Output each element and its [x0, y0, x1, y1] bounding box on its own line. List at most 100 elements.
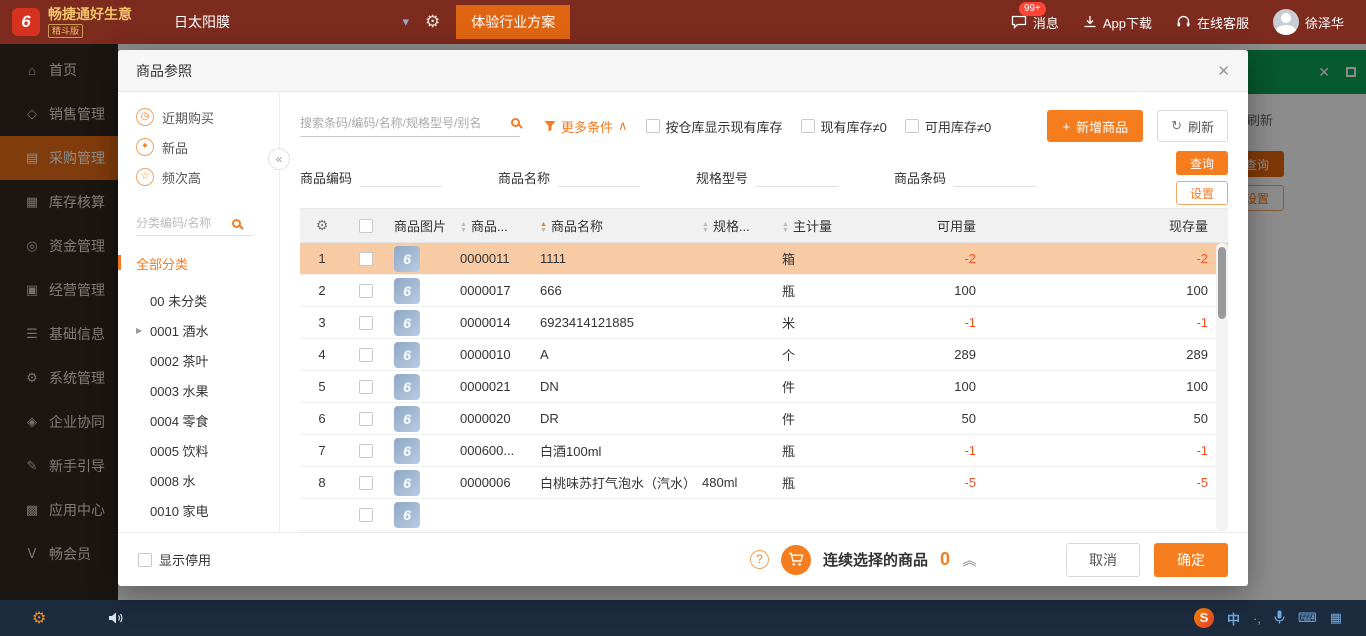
refresh-button[interactable]: ↻ 刷新	[1157, 110, 1228, 142]
search-icon[interactable]	[511, 118, 520, 127]
column-unit[interactable]: ▲ ▼ 主计量	[776, 216, 862, 235]
collapse-up-icon[interactable]: 《	[959, 553, 979, 567]
column-product-name[interactable]: ▲ ▼ 商品名称	[534, 216, 696, 235]
confirm-button[interactable]: 确定	[1154, 542, 1228, 577]
store-selector[interactable]: 日太阳膜 ▾	[174, 12, 409, 32]
row-checkbox[interactable]	[359, 379, 373, 394]
category-item[interactable]: 0005 饮料	[136, 435, 279, 465]
more-filters-toggle[interactable]: 更多条件 ∧	[544, 117, 628, 136]
row-checkbox[interactable]	[359, 411, 373, 426]
table-row[interactable]: 2 6 0000017 666 瓶 100 100	[300, 275, 1228, 307]
checkbox-stock-nonzero[interactable]: 现有库存≠0	[800, 117, 887, 136]
sogou-logo-icon[interactable]: S	[1193, 608, 1214, 628]
column-stock[interactable]: 现存量	[982, 216, 1228, 235]
expand-icon[interactable]: ▶	[136, 326, 142, 335]
product-image[interactable]: 6	[394, 437, 420, 464]
quick-link-recent[interactable]: ◷ 近期购买	[136, 102, 279, 132]
category-label: 0003 水果	[150, 383, 209, 399]
query-button[interactable]: 查询	[1176, 151, 1228, 175]
table-row[interactable]: 6 6 0000020 DR 件 50 50	[300, 403, 1228, 435]
row-checkbox[interactable]	[359, 507, 373, 522]
product-image[interactable]: 6	[394, 341, 420, 368]
category-item[interactable]: 0010 家电	[136, 495, 279, 525]
product-image[interactable]: 6	[394, 309, 420, 336]
barcode-input[interactable]	[954, 167, 1037, 187]
messages-button[interactable]: 99+ 消息	[1011, 1, 1059, 32]
all-categories[interactable]: 全部分类	[118, 254, 279, 273]
product-name: DR	[540, 411, 559, 426]
collapse-panel-button[interactable]: «	[268, 148, 290, 170]
product-name-input[interactable]	[558, 167, 641, 187]
trial-plan-button[interactable]: 体验行业方案	[456, 5, 571, 39]
sort-icon[interactable]: ▲ ▼	[540, 221, 547, 234]
table-row[interactable]: 1 6 0000011 1111 箱 -2 -2	[300, 243, 1228, 275]
quick-link-new[interactable]: ✦ 新品	[136, 132, 279, 162]
spec-model-input[interactable]	[756, 167, 839, 187]
sort-icon[interactable]: ▲ ▼	[460, 221, 467, 234]
quick-link-frequent[interactable]: ☆ 频次高	[136, 162, 279, 192]
product-image[interactable]: 6	[394, 373, 420, 400]
add-product-button[interactable]: + 新增商品	[1047, 110, 1144, 142]
product-image[interactable]: 6	[394, 245, 420, 272]
microphone-icon[interactable]	[1274, 610, 1285, 627]
scrollbar-thumb[interactable]	[1218, 247, 1226, 319]
toolbox-grid-icon[interactable]: ▦	[1330, 610, 1342, 626]
checkbox[interactable]	[904, 119, 919, 133]
category-item[interactable]: 0003 水果	[136, 375, 279, 405]
row-checkbox[interactable]	[359, 315, 373, 330]
select-all-checkbox[interactable]	[359, 218, 373, 233]
table-row[interactable]: 7 6 000600... 白酒100ml 瓶 -1 -1	[300, 435, 1228, 467]
category-search-input[interactable]	[136, 216, 232, 230]
table-row[interactable]: 3 6 0000014 6923414121885 米 -1 -1	[300, 307, 1228, 339]
taskbar-gear-icon[interactable]: ⚙	[32, 608, 46, 628]
category-item[interactable]: ▶ 0001 酒水	[136, 315, 279, 345]
product-image[interactable]: 6	[394, 469, 420, 496]
ime-punctuation-icon[interactable]: ·,	[1253, 611, 1261, 626]
ime-language-icon[interactable]: 中	[1227, 609, 1240, 628]
checkbox-warehouse-stock[interactable]: 按仓库显示现有库存	[645, 117, 783, 136]
settings-button[interactable]: 设置	[1176, 181, 1228, 205]
table-row[interactable]: 8 6 0000006 白桃味苏打气泡水（汽水） 480ml 瓶 -5 -5	[300, 467, 1228, 499]
row-checkbox[interactable]	[359, 475, 373, 490]
row-checkbox[interactable]	[359, 251, 373, 266]
sort-icon[interactable]: ▲ ▼	[782, 221, 789, 234]
speaker-icon[interactable]	[108, 611, 124, 625]
cancel-button[interactable]: 取消	[1066, 542, 1140, 577]
keyboard-icon[interactable]: ⌨	[1298, 610, 1317, 626]
checkbox[interactable]	[800, 119, 815, 133]
product-image[interactable]: 6	[394, 277, 420, 304]
cart-icon[interactable]	[780, 544, 811, 575]
column-settings-icon[interactable]: ⚙	[300, 217, 344, 234]
column-available[interactable]: 可用量	[862, 216, 982, 235]
search-icon[interactable]	[232, 218, 241, 228]
row-checkbox[interactable]	[359, 347, 373, 362]
column-spec[interactable]: ▲ ▼ 规格...	[696, 216, 776, 235]
product-image[interactable]: 6	[394, 501, 420, 528]
category-item[interactable]: 00 未分类	[136, 285, 279, 315]
product-name: 666	[540, 283, 562, 298]
checkbox[interactable]	[138, 552, 152, 567]
row-checkbox[interactable]	[359, 283, 373, 298]
table-row-partial[interactable]: 6	[300, 499, 1228, 531]
user-menu[interactable]: 徐泽华	[1272, 9, 1344, 35]
checkbox-available-nonzero[interactable]: 可用库存≠0	[904, 117, 991, 136]
show-disabled-checkbox[interactable]: 显示停用	[138, 550, 211, 569]
product-search-input[interactable]	[300, 115, 511, 130]
table-row[interactable]: 4 6 0000010 A 个 289 289	[300, 339, 1228, 371]
checkbox[interactable]	[645, 119, 660, 133]
column-product-code[interactable]: ▲ ▼ 商品...	[454, 216, 534, 235]
app-download-button[interactable]: App下载	[1083, 13, 1152, 32]
dialog-close-icon[interactable]: ✕	[1217, 62, 1230, 80]
topbar-gear-icon[interactable]: ⚙	[425, 12, 440, 32]
table-row[interactable]: 5 6 0000021 DN 件 100 100	[300, 371, 1228, 403]
category-item[interactable]: 0002 茶叶	[136, 345, 279, 375]
row-checkbox[interactable]	[359, 443, 373, 458]
product-image[interactable]: 6	[394, 405, 420, 432]
category-item[interactable]: 0008 水	[136, 465, 279, 495]
category-item[interactable]: 0004 零食	[136, 405, 279, 435]
online-service-button[interactable]: 在线客服	[1176, 13, 1249, 32]
product-code-input[interactable]	[360, 167, 443, 187]
sort-icon[interactable]: ▲ ▼	[702, 221, 709, 234]
vertical-scrollbar[interactable]	[1216, 243, 1228, 532]
help-icon[interactable]: ?	[749, 550, 769, 569]
